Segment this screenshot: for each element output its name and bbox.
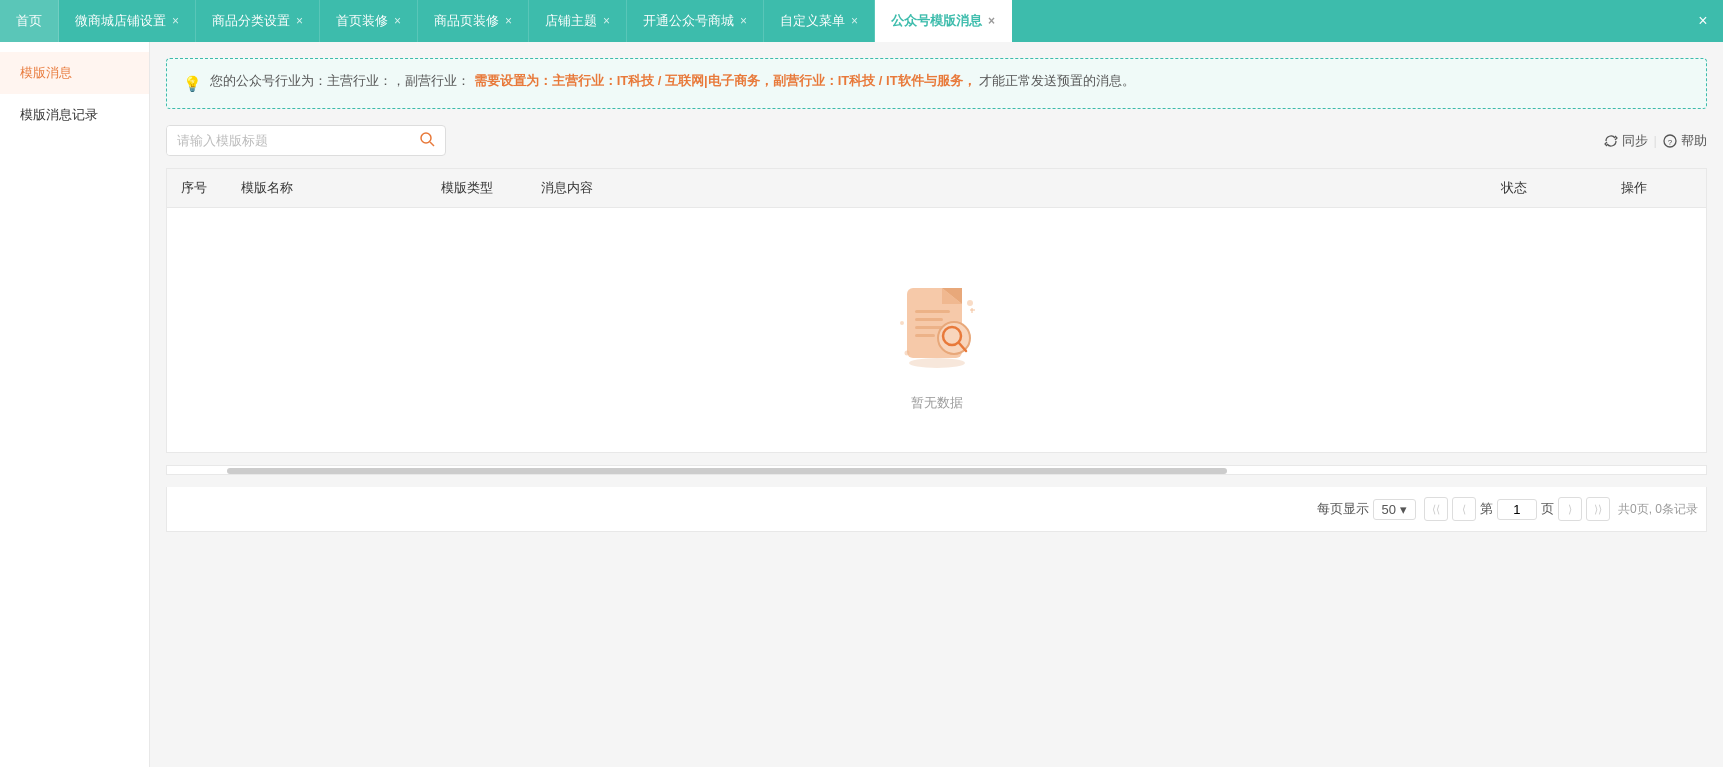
close-tab-product-decor[interactable]: ×	[505, 14, 512, 28]
col-header-action: 操作	[1607, 169, 1707, 208]
search-box	[166, 125, 446, 156]
help-button[interactable]: ? 帮助	[1663, 132, 1707, 150]
col-header-index: 序号	[167, 169, 227, 208]
first-page-button[interactable]: ⟨⟨	[1424, 497, 1448, 521]
prev-page-button[interactable]: ⟨	[1452, 497, 1476, 521]
tab-product-decor[interactable]: 商品页装修 ×	[418, 0, 529, 42]
notice-banner: 💡 您的公众号行业为：主营行业：，副营行业： 需要设置为：主营行业：IT科技 /…	[166, 58, 1707, 109]
sidebar: 模版消息 模版消息记录	[0, 42, 150, 767]
tab-open-mall[interactable]: 开通公众号商城 ×	[627, 0, 764, 42]
table-header-row: 序号 模版名称 模版类型 消息内容 状态 操作	[167, 169, 1707, 208]
tab-home[interactable]: 首页	[0, 0, 59, 42]
tab-store-theme[interactable]: 店铺主题 ×	[529, 0, 627, 42]
toolbar-row: 同步 | ? 帮助	[166, 125, 1707, 156]
empty-state: 暂无数据	[167, 208, 1706, 452]
data-table: 序号 模版名称 模版类型 消息内容 状态 操作	[166, 168, 1707, 453]
tab-store-settings[interactable]: 微商城店铺设置 ×	[59, 0, 196, 42]
tab-custom-menu[interactable]: 自定义菜单 ×	[764, 0, 875, 42]
tab-category-settings[interactable]: 商品分类设置 ×	[196, 0, 320, 42]
notice-text: 您的公众号行业为：主营行业：，副营行业： 需要设置为：主营行业：IT科技 / 互…	[210, 71, 1135, 92]
notice-icon: 💡	[183, 72, 202, 96]
col-header-name: 模版名称	[227, 169, 427, 208]
pagination-row: 每页显示 50 ▾ ⟨⟨ ⟨ 第 页 ⟩ ⟩⟩ 共0页, 0条记录	[166, 487, 1707, 532]
close-tab-category-settings[interactable]: ×	[296, 14, 303, 28]
page-input[interactable]	[1497, 499, 1537, 520]
svg-text:?: ?	[1668, 138, 1673, 147]
scroll-thumb	[227, 468, 1227, 474]
svg-point-0	[421, 133, 431, 143]
svg-point-14	[900, 321, 904, 325]
svg-point-13	[967, 300, 973, 306]
col-header-content: 消息内容	[527, 169, 1487, 208]
close-tab-store-settings[interactable]: ×	[172, 14, 179, 28]
sidebar-item-template-msg-log[interactable]: 模版消息记录	[0, 94, 149, 136]
table-wrapper: 序号 模版名称 模版类型 消息内容 状态 操作	[166, 168, 1707, 453]
empty-illustration	[882, 268, 992, 378]
svg-rect-9	[915, 334, 935, 337]
sync-button[interactable]: 同步	[1604, 132, 1648, 150]
next-page-button[interactable]: ⟩	[1558, 497, 1582, 521]
svg-rect-6	[915, 310, 950, 313]
total-info: 共0页, 0条记录	[1618, 501, 1698, 518]
tab-template-msg[interactable]: 公众号模版消息 ×	[875, 0, 1012, 42]
content-area: 💡 您的公众号行业为：主营行业：，副营行业： 需要设置为：主营行业：IT科技 /…	[150, 42, 1723, 767]
close-tab-store-theme[interactable]: ×	[603, 14, 610, 28]
sync-icon	[1604, 134, 1618, 148]
toolbar-divider: |	[1654, 133, 1657, 148]
tab-bar: 首页 微商城店铺设置 × 商品分类设置 × 首页装修 × 商品页装修 × 店铺主…	[0, 0, 1723, 42]
col-header-status: 状态	[1487, 169, 1607, 208]
sidebar-item-template-msg[interactable]: 模版消息	[0, 52, 149, 94]
close-tab-custom-menu[interactable]: ×	[851, 14, 858, 28]
col-header-type: 模版类型	[427, 169, 527, 208]
close-all-tabs-button[interactable]: ×	[1683, 0, 1723, 42]
last-page-button[interactable]: ⟩⟩	[1586, 497, 1610, 521]
tab-home-decor[interactable]: 首页装修 ×	[320, 0, 418, 42]
svg-line-1	[430, 142, 434, 146]
search-icon	[420, 132, 435, 147]
search-button[interactable]	[410, 132, 445, 150]
toolbar-right: 同步 | ? 帮助	[1604, 132, 1707, 150]
search-input[interactable]	[167, 126, 410, 155]
dropdown-arrow-icon: ▾	[1400, 502, 1407, 517]
close-tab-home-decor[interactable]: ×	[394, 14, 401, 28]
close-tab-template-msg[interactable]: ×	[988, 14, 995, 28]
page-size-dropdown[interactable]: 50 ▾	[1373, 499, 1416, 520]
help-icon: ?	[1663, 134, 1677, 148]
svg-rect-7	[915, 318, 943, 321]
svg-point-4	[909, 358, 965, 368]
page-size-select: 每页显示 50 ▾	[1317, 499, 1416, 520]
page-navigation: ⟨⟨ ⟨ 第 页 ⟩ ⟩⟩	[1424, 497, 1610, 521]
svg-point-15	[904, 351, 909, 356]
main-layout: 模版消息 模版消息记录 💡 您的公众号行业为：主营行业：，副营行业： 需要设置为…	[0, 42, 1723, 767]
scroll-bar-area[interactable]	[166, 465, 1707, 475]
empty-text: 暂无数据	[911, 394, 963, 412]
close-tab-open-mall[interactable]: ×	[740, 14, 747, 28]
